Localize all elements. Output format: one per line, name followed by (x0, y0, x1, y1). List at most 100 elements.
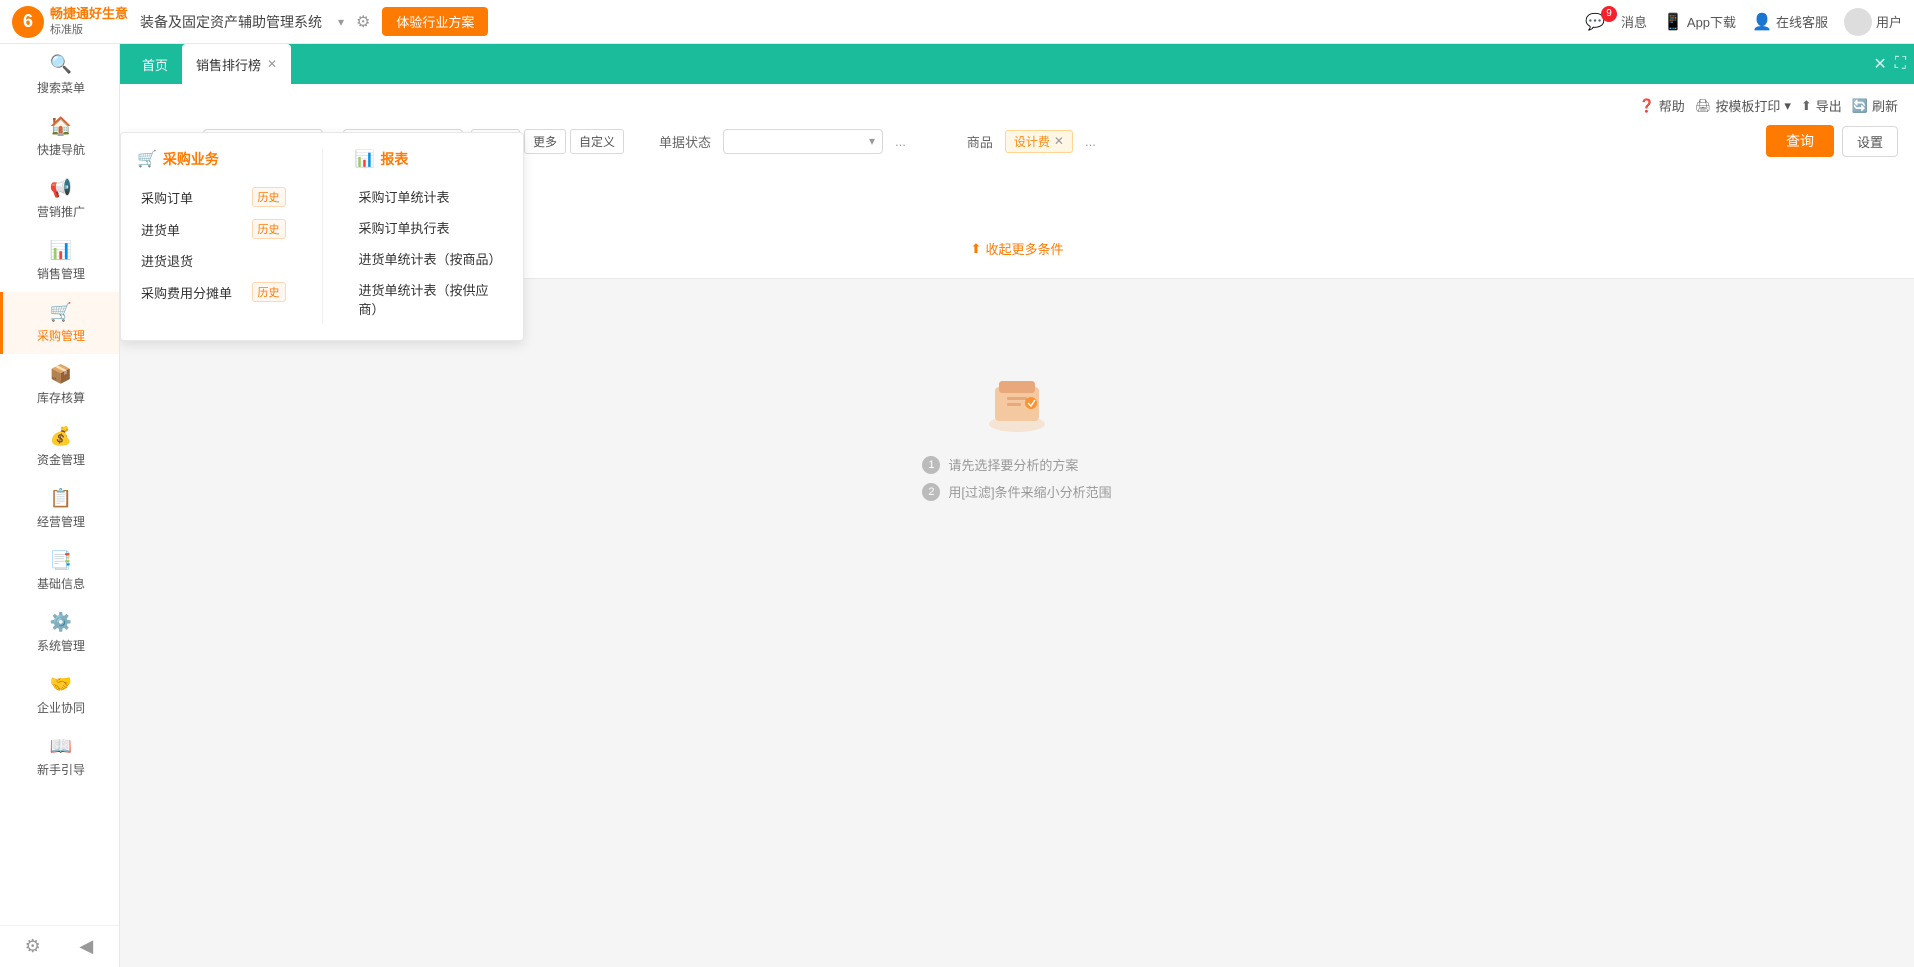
export-label: 导出 (1816, 96, 1842, 115)
time-custom-btn[interactable]: 自定义 (570, 129, 624, 154)
purchase-fee-history-tag: 历史 (252, 282, 286, 302)
goods-tag-text: 设计费 (1014, 133, 1050, 150)
brand-name: 畅捷通好生意 (50, 6, 128, 23)
goods-tag-close[interactable]: ✕ (1054, 134, 1064, 148)
gear-icon[interactable]: ⚙ (356, 12, 370, 32)
industry-btn[interactable]: 体验行业方案 (382, 7, 488, 36)
export-btn[interactable]: ⬆ 导出 (1801, 96, 1842, 115)
sidebar-item-operations[interactable]: 📋 经营管理 (0, 478, 119, 540)
sidebar-item-system[interactable]: ⚙️ 系统管理 (0, 602, 119, 664)
report-col-icon: 📊 (355, 149, 375, 169)
collapse-arrow: ⬆ (971, 241, 982, 257)
tab-home[interactable]: 首页 (128, 44, 182, 84)
stock-in-history-tag: 历史 (252, 219, 286, 239)
voucher-status-select-wrapper (723, 129, 883, 154)
tab-bar: 首页 销售排行榜 ✕ ✕ ⛶ (120, 44, 1914, 84)
sidebar-item-cooperation-label: 企业协同 (37, 699, 85, 716)
finance-icon: 💰 (50, 426, 72, 447)
sidebar-item-guide[interactable]: 📖 新手引导 (0, 726, 119, 788)
toolbar-right: ❓ 帮助 🖨 按模板打印 ▾ ⬆ 导出 🔄 (1639, 96, 1898, 115)
settings-btn[interactable]: 设置 (1842, 126, 1898, 157)
refresh-btn[interactable]: 🔄 刷新 (1852, 96, 1898, 115)
print-btn[interactable]: 🖨 按模板打印 ▾ (1695, 96, 1791, 115)
query-btn[interactable]: 查询 (1766, 125, 1834, 157)
sidebar-item-system-label: 系统管理 (37, 637, 85, 654)
main-layout: 🔍 搜索菜单 🏠 快捷导航 📢 营销推广 📊 销售管理 🛒 采购管理 📦 库存核… (0, 44, 1914, 967)
sidebar-item-marketing[interactable]: 📢 营销推广 (0, 168, 119, 230)
sidebar-bottom: ⚙ ◀ (0, 925, 119, 967)
system-dropdown-arrow[interactable]: ▾ (338, 15, 344, 29)
dropdown-item-purchase-order-stats[interactable]: 采购订单统计表 (355, 181, 508, 212)
dropdown-menu: 🛒 采购业务 采购订单 历史 进货单 历史 进货退货 (120, 132, 524, 341)
sidebar-item-search-label: 搜索菜单 (37, 79, 85, 96)
empty-tip-2: 2 用[过滤]条件来缩小分析范围 (922, 482, 1111, 501)
sidebar-settings-btn[interactable]: ⚙ (10, 936, 56, 957)
sidebar-item-quick-nav-label: 快捷导航 (37, 141, 85, 158)
purchase-order-stats-label: 采购订单统计表 (359, 187, 450, 206)
message-item[interactable]: 💬 9 消息 (1585, 12, 1647, 32)
online-service-label: 在线客服 (1776, 12, 1828, 31)
help-label: 帮助 (1659, 96, 1685, 115)
tab-sales-rank[interactable]: 销售排行榜 ✕ (182, 44, 291, 84)
brand-sub: 标准版 (50, 23, 128, 37)
app-download-label: App下载 (1687, 12, 1736, 31)
dropdown-purchase-col: 🛒 采购业务 采购订单 历史 进货单 历史 进货退货 (137, 149, 290, 324)
toolbar-row: ❓ 帮助 🖨 按模板打印 ▾ ⬆ 导出 🔄 (136, 96, 1898, 115)
sidebar: 🔍 搜索菜单 🏠 快捷导航 📢 营销推广 📊 销售管理 🛒 采购管理 📦 库存核… (0, 44, 120, 967)
sidebar-item-inventory[interactable]: 📦 库存核算 (0, 354, 119, 416)
purchase-order-exec-label: 采购订单执行表 (359, 218, 450, 237)
purchase-order-label: 采购订单 (141, 188, 193, 207)
empty-icon (977, 359, 1057, 439)
dropdown-item-stock-stats-supplier[interactable]: 进货单统计表（按供应商） (355, 274, 508, 324)
export-icon: ⬆ (1801, 98, 1812, 114)
dropdown-item-stock-stats-goods[interactable]: 进货单统计表（按商品） (355, 243, 508, 274)
tip-num-2: 2 (922, 483, 940, 501)
app-download-item[interactable]: 📱 App下载 (1663, 12, 1736, 32)
dropdown-item-purchase-order-exec[interactable]: 采购订单执行表 (355, 212, 508, 243)
action-btns: 查询 设置 (1766, 125, 1898, 157)
print-dropdown-arrow[interactable]: ▾ (1784, 98, 1791, 114)
stock-in-label: 进货单 (141, 220, 180, 239)
cooperation-icon: 🤝 (50, 674, 72, 695)
sidebar-item-search[interactable]: 🔍 搜索菜单 (0, 44, 119, 106)
dropdown-separator (322, 149, 323, 324)
guide-icon: 📖 (50, 736, 72, 757)
system-title: 装备及固定资产辅助管理系统 (132, 12, 330, 32)
sidebar-item-purchase[interactable]: 🛒 采购管理 (0, 292, 119, 354)
help-btn[interactable]: ❓ 帮助 (1639, 96, 1685, 115)
empty-tip-1: 1 请先选择要分析的方案 (922, 455, 1111, 474)
tab-close-btn[interactable]: ✕ (267, 57, 277, 71)
dropdown-item-purchase-fee[interactable]: 采购费用分摊单 历史 (137, 276, 290, 308)
dropdown-item-stock-in[interactable]: 进货单 历史 (137, 213, 290, 245)
sidebar-item-finance-label: 资金管理 (37, 451, 85, 468)
dropdown-item-stock-return[interactable]: 进货退货 (137, 245, 290, 276)
page-content: ❓ 帮助 🖨 按模板打印 ▾ ⬆ 导出 🔄 (120, 84, 1914, 967)
help-icon: ❓ (1639, 98, 1655, 114)
sidebar-item-quick-nav[interactable]: 🏠 快捷导航 (0, 106, 119, 168)
sidebar-item-basic-info-label: 基础信息 (37, 575, 85, 592)
logo-area: 6 畅捷通好生意 标准版 (12, 6, 132, 38)
tab-bar-actions: ✕ ⛶ (1873, 54, 1906, 74)
user-item[interactable]: 用户 (1844, 8, 1902, 36)
refresh-icon: 🔄 (1852, 98, 1868, 114)
operations-icon: 📋 (50, 488, 72, 509)
purchase-fee-label: 采购费用分摊单 (141, 283, 232, 302)
voucher-status-select[interactable] (723, 129, 883, 154)
user-avatar (1844, 8, 1872, 36)
tab-fullscreen-btn[interactable]: ⛶ (1895, 55, 1906, 73)
empty-tip-2-text: 用[过滤]条件来缩小分析范围 (948, 482, 1111, 501)
sidebar-item-sales[interactable]: 📊 销售管理 (0, 230, 119, 292)
sidebar-settings-icon: ⚙ (25, 936, 41, 957)
sidebar-item-finance[interactable]: 💰 资金管理 (0, 416, 119, 478)
sidebar-item-cooperation[interactable]: 🤝 企业协同 (0, 664, 119, 726)
dropdown-purchase-title: 🛒 采购业务 (137, 149, 290, 169)
goods-more[interactable]: ... (1085, 134, 1096, 149)
stock-stats-goods-label: 进货单统计表（按商品） (359, 249, 502, 268)
sidebar-collapse-btn[interactable]: ◀ (64, 936, 110, 957)
tab-close-all-btn[interactable]: ✕ (1873, 54, 1886, 74)
dropdown-item-purchase-order[interactable]: 采购订单 历史 (137, 181, 290, 213)
voucher-status-more[interactable]: ... (895, 134, 906, 149)
time-more-btn[interactable]: 更多 (524, 129, 566, 154)
sidebar-item-basic-info[interactable]: 📑 基础信息 (0, 540, 119, 602)
online-service-item[interactable]: 👤 在线客服 (1752, 12, 1828, 32)
